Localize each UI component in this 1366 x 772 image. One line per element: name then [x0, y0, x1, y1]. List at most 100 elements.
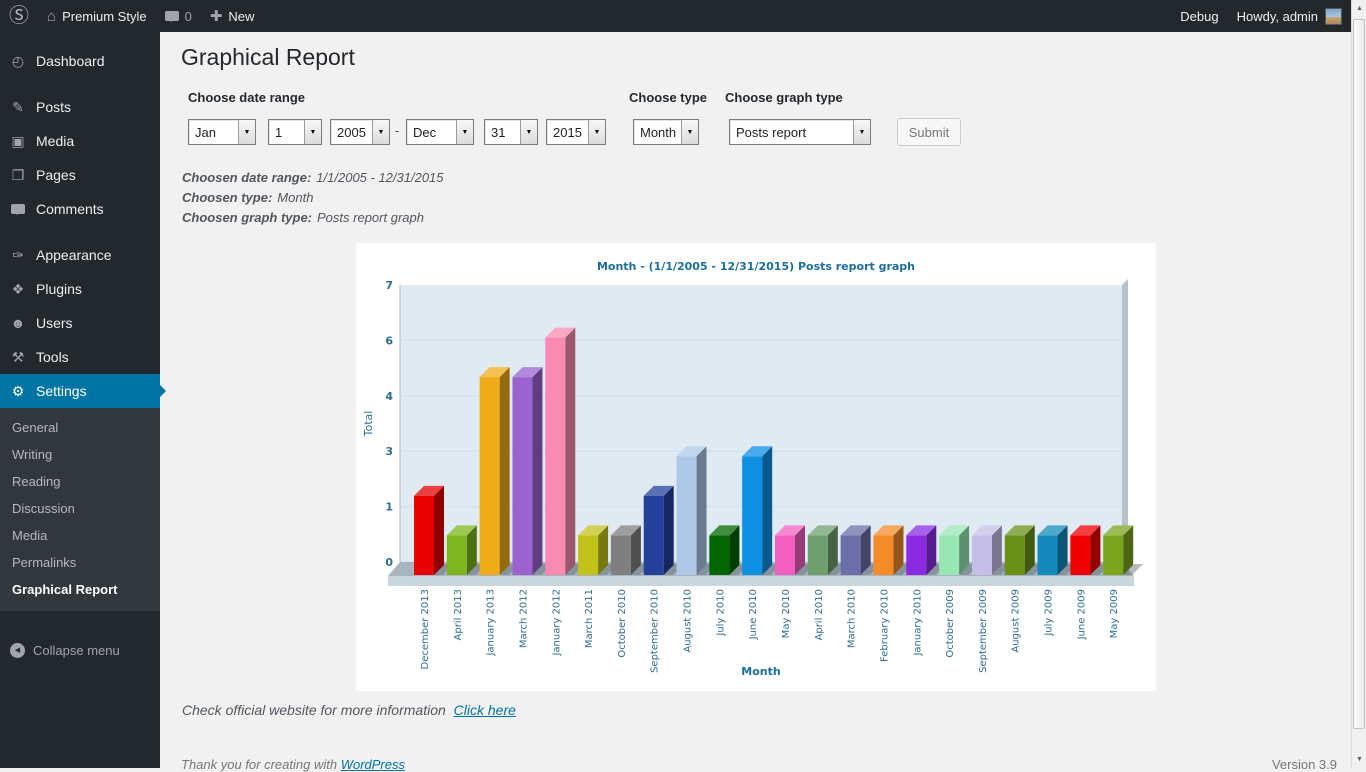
dropdown-arrow-icon: ▼ [456, 120, 473, 144]
footer-thanks-text: Thank you for creating with [181, 757, 337, 772]
submenu-item-writing[interactable]: Writing [0, 441, 160, 468]
sidebar-item-posts[interactable]: ✎ Posts [0, 90, 160, 124]
svg-text:December 2013: December 2013 [420, 589, 431, 669]
wordpress-logo-button[interactable]: Ⓢ [0, 0, 38, 32]
submit-button[interactable]: Submit [897, 118, 961, 146]
chosen-graph-type-line: Choosen graph type:Posts report graph [182, 210, 424, 225]
graph-type-select[interactable]: Posts report ▼ [729, 119, 871, 145]
svg-text:August 2010: August 2010 [683, 589, 694, 653]
type-label: Choose type [629, 90, 707, 105]
svg-text:July 2009: July 2009 [1044, 589, 1055, 637]
pages-icon: ❐ [8, 167, 28, 184]
date-range-separator: - [395, 123, 399, 138]
comments-icon [8, 201, 28, 217]
sidebar-item-label: Settings [36, 383, 87, 399]
collapse-arrow-icon: ◀ [10, 643, 25, 658]
chosen-date-range-line: Choosen date range:1/1/2005 - 12/31/2015 [182, 170, 444, 185]
svg-text:4: 4 [385, 390, 393, 403]
sidebar-item-plugins[interactable]: ❖ Plugins [0, 272, 160, 306]
comment-count: 0 [185, 9, 192, 24]
svg-text:March 2012: March 2012 [518, 589, 529, 648]
graph-type-label: Choose graph type [725, 90, 843, 105]
posts-icon: ✎ [8, 99, 28, 116]
appearance-icon: ✑ [8, 247, 28, 264]
submenu-item-discussion[interactable]: Discussion [0, 495, 160, 522]
scrollbar-thumb[interactable] [1353, 19, 1365, 729]
sidebar-item-label: Plugins [36, 281, 82, 297]
page-scrollbar[interactable]: ▲ ▼ [1351, 0, 1366, 768]
sidebar-item-label: Dashboard [36, 53, 105, 69]
debug-menu[interactable]: Debug [1171, 0, 1227, 32]
svg-text:September 2009: September 2009 [978, 589, 989, 673]
from-day-select[interactable]: 1 ▼ [268, 119, 322, 145]
svg-text:Month - (1/1/2005 - 12/31/20: Month - (1/1/2005 - 12/31/2015) Posts re… [597, 260, 915, 273]
wordpress-link[interactable]: WordPress [341, 757, 405, 772]
account-menu[interactable]: Howdy, admin [1228, 0, 1351, 32]
users-icon: ☻ [8, 315, 28, 331]
dropdown-arrow-icon: ▼ [520, 120, 537, 144]
sidebar-item-media[interactable]: ▣ Media [0, 124, 160, 158]
plugins-icon: ❖ [8, 281, 28, 298]
sidebar-item-pages[interactable]: ❐ Pages [0, 158, 160, 192]
svg-text:August 2009: August 2009 [1011, 589, 1022, 653]
scroll-down-button[interactable]: ▼ [1352, 751, 1366, 768]
svg-text:January 2010: January 2010 [912, 589, 923, 657]
svg-text:April 2010: April 2010 [814, 589, 825, 640]
sidebar-item-tools[interactable]: ⚒ Tools [0, 340, 160, 374]
type-select[interactable]: Month ▼ [633, 119, 699, 145]
tools-icon: ⚒ [8, 349, 28, 366]
collapse-menu-button[interactable]: ◀ Collapse menu [0, 633, 160, 667]
comments-shortcut[interactable]: 0 [156, 0, 201, 32]
svg-text:Month: Month [741, 665, 780, 678]
media-icon: ▣ [8, 133, 28, 150]
admin-footer: Thank you for creating with WordPress Ve… [181, 757, 1337, 772]
svg-text:March 2010: March 2010 [847, 589, 858, 648]
sidebar-item-users[interactable]: ☻ Users [0, 306, 160, 340]
bar-chart-3d: 764310December 2013April 2013January 201… [356, 243, 1156, 691]
svg-text:September 2010: September 2010 [650, 589, 661, 673]
svg-text:1: 1 [385, 501, 393, 514]
sidebar-item-dashboard[interactable]: ◴ Dashboard [0, 44, 160, 78]
svg-text:July 2010: July 2010 [715, 589, 726, 637]
svg-text:January 2013: January 2013 [486, 589, 497, 657]
new-content-button[interactable]: ✚ New [201, 0, 264, 32]
main-content: Graphical Report Choose date range Choos… [160, 32, 1351, 768]
home-icon: ⌂ [47, 8, 56, 25]
click-here-link[interactable]: Click here [454, 702, 516, 718]
howdy-text: Howdy, admin [1237, 9, 1318, 24]
svg-text:May 2009: May 2009 [1109, 589, 1120, 638]
svg-text:January 2012: January 2012 [551, 589, 562, 657]
dropdown-arrow-icon: ▼ [238, 120, 255, 144]
submenu-item-media[interactable]: Media [0, 522, 160, 549]
dashboard-icon: ◴ [8, 53, 28, 70]
submenu-item-general[interactable]: General [0, 414, 160, 441]
to-month-select[interactable]: Dec ▼ [406, 119, 474, 145]
scroll-up-button[interactable]: ▲ [1352, 0, 1366, 17]
svg-text:6: 6 [385, 334, 393, 347]
svg-text:June 2010: June 2010 [748, 589, 759, 640]
submenu-item-graphical-report[interactable]: Graphical Report [0, 576, 160, 603]
to-year-select[interactable]: 2015 ▼ [546, 119, 606, 145]
sidebar-item-label: Tools [36, 349, 69, 365]
sidebar-item-comments[interactable]: Comments [0, 192, 160, 226]
plus-icon: ✚ [210, 7, 223, 25]
submenu-item-permalinks[interactable]: Permalinks [0, 549, 160, 576]
report-chart: 764310December 2013April 2013January 201… [356, 243, 1156, 691]
new-label: New [228, 9, 254, 24]
chosen-type-line: Choosen type:Month [182, 190, 313, 205]
svg-text:Total: Total [362, 411, 375, 438]
dropdown-arrow-icon: ▼ [372, 120, 389, 144]
site-name: Premium Style [62, 9, 147, 24]
sidebar-item-settings[interactable]: ⚙ Settings [0, 374, 160, 408]
site-name-link[interactable]: ⌂ Premium Style [38, 0, 156, 32]
from-year-select[interactable]: 2005 ▼ [330, 119, 390, 145]
official-website-note: Check official website for more informat… [182, 702, 516, 718]
sidebar-item-appearance[interactable]: ✑ Appearance [0, 238, 160, 272]
svg-text:February 2010: February 2010 [879, 589, 890, 662]
to-day-select[interactable]: 31 ▼ [484, 119, 538, 145]
from-month-select[interactable]: Jan ▼ [188, 119, 256, 145]
settings-icon: ⚙ [8, 383, 28, 400]
submenu-item-reading[interactable]: Reading [0, 468, 160, 495]
comment-bubble-icon [165, 11, 179, 21]
date-range-label: Choose date range [188, 90, 305, 105]
